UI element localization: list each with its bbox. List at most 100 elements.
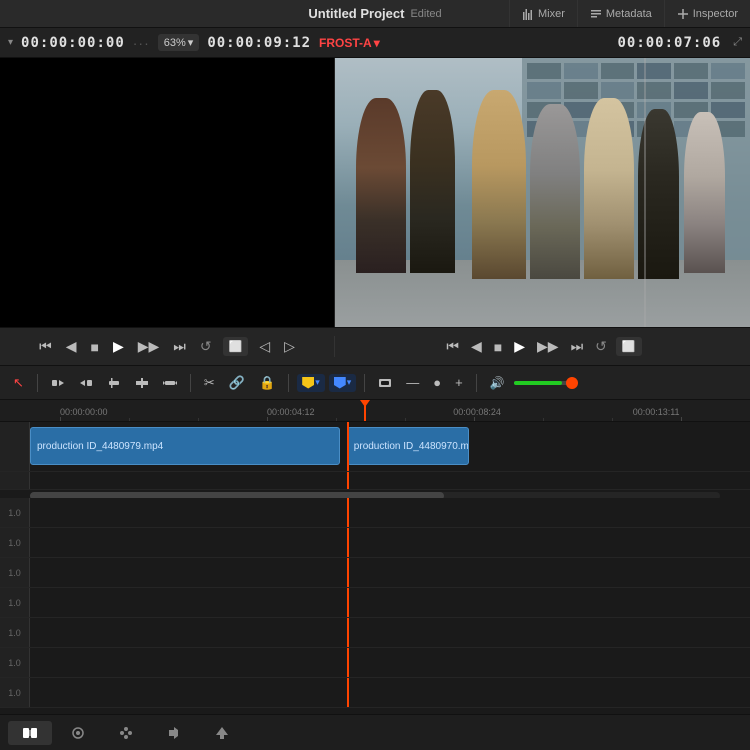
source-loop-button[interactable]: ↺ [197,336,215,357]
audio-level-val-2: 1.0 [8,538,21,548]
source-monitor-toggle[interactable]: ⬜ [223,337,249,356]
source-out-point[interactable]: ▷ [281,336,298,357]
tab-deliver[interactable] [200,721,244,745]
toolbar-sep-3 [288,374,289,392]
flag-blue-button[interactable]: ▾ [329,374,357,392]
program-monitor-toggle[interactable]: ⬜ [616,337,642,356]
tab-edit[interactable] [8,721,52,745]
source-in-point[interactable]: ◁ [256,336,273,357]
ripple-edit-tool[interactable] [102,373,126,393]
video-clip-2[interactable]: production ID_4480970.mp4 [347,427,469,465]
program-play-button[interactable]: ▶ [511,336,528,357]
timeline-ruler[interactable]: 00:00:00:00 00:00:04:12 00:00:08:24 00:0… [0,400,750,422]
inspector-label: Inspector [693,8,738,20]
program-monitor[interactable] [335,58,750,327]
flag-button[interactable]: ▾ [297,374,325,392]
video-clip-1[interactable]: production ID_4480979.mp4 [30,427,340,465]
mixer-icon [522,8,534,20]
audio-playhead-0 [347,472,349,489]
program-prev-frame-button[interactable]: ◀ [468,336,485,357]
tab-audio[interactable] [152,721,196,745]
razor-tool[interactable]: ✂ [199,372,220,394]
source-timecode: 00:00:00:00 [21,35,125,51]
end-timecode: 00:00:07:06 [617,35,721,51]
clip-mode-button[interactable] [373,373,397,393]
edit-toolbar: ↖ ✂ 🔗 🔒 ▾ ▾ — [0,366,750,400]
audio-level-row-4: 1.0 [0,588,750,618]
transport-bar: ⏮ ◀ ■ ▶ ▶▶ ⏭ ↺ ⬜ ◁ ▷ ⏮ ◀ ■ ▶ ▶▶ ⏭ ↺ ⬜ [0,328,750,366]
color-tab-icon [70,725,86,741]
source-monitor[interactable] [0,58,335,327]
mixer-button[interactable]: Mixer [509,0,577,27]
program-skip-fwd-button[interactable]: ⏭ [568,336,587,357]
expand-icon[interactable]: ⤢ [733,36,742,49]
metadata-label: Metadata [606,8,652,20]
timecode-options[interactable]: ··· [133,35,150,51]
toolbar-sep-1 [37,374,38,392]
source-panel-collapse[interactable]: ▾ [8,37,13,48]
audio-volume-fill [514,381,562,385]
program-next-frame-button[interactable]: ▶▶ [534,336,562,357]
audio-volume-knob[interactable] [566,377,578,389]
deliver-tab-icon [214,725,230,741]
audio-tab-icon [166,725,182,741]
audio-level-playhead-3 [347,558,349,587]
color-label[interactable]: FROST-A ▾ [319,36,380,50]
link-tool[interactable]: 🔗 [224,372,250,394]
roll-edit-tool[interactable] [130,373,154,393]
source-next-frame-button[interactable]: ▶▶ [135,336,163,357]
mixer-label: Mixer [538,8,565,20]
circle-button[interactable]: ● [428,372,446,393]
source-skip-fwd-button[interactable]: ⏭ [170,336,189,357]
audio-level-val-5: 1.0 [8,628,21,638]
video-track-row: production ID_4480979.mp4 production ID_… [0,422,750,472]
audio-level-playhead-1 [347,498,349,527]
flag-yellow-icon [302,377,314,389]
timeline-tracks: production ID_4480979.mp4 production ID_… [0,422,750,750]
audio-level-playhead-4 [347,588,349,617]
audio-levels-section: 1.0 1.0 1.0 1.0 1.0 1.0 [0,498,750,708]
source-play-button[interactable]: ▶ [110,336,127,357]
audio-label-0 [0,472,30,489]
audio-level-playhead-5 [347,618,349,647]
program-loop-button[interactable]: ↺ [592,336,610,357]
flag-blue-icon [334,377,346,389]
tab-color[interactable] [56,721,100,745]
audio-mute-button[interactable]: 🔊 [485,373,510,393]
slip-tool[interactable] [158,373,182,393]
audio-content-0[interactable] [30,472,750,489]
source-skip-back-button[interactable]: ⏮ [36,336,55,357]
audio-volume-slider[interactable] [514,381,574,385]
source-stop-button[interactable]: ■ [87,337,101,357]
audio-level-playhead-7 [347,678,349,707]
video-track-content[interactable]: production ID_4480979.mp4 production ID_… [30,422,750,471]
main-content: ▾ 00:00:00:00 ··· 63% ▾ 00:00:09:12 FROS… [0,28,750,750]
timeline-playhead [364,400,366,421]
minus-button[interactable]: — [401,372,424,393]
edited-badge: Edited [410,8,441,20]
program-skip-back-button[interactable]: ⏮ [443,336,462,357]
zoom-chevron: ▾ [188,36,194,49]
inspector-button[interactable]: Inspector [664,0,750,27]
audio-level-row-3: 1.0 [0,558,750,588]
metadata-button[interactable]: Metadata [577,0,664,27]
plus-button[interactable]: + [450,372,468,393]
audio-level-val-1: 1.0 [8,508,21,518]
audio-level-val-6: 1.0 [8,658,21,668]
tab-effects[interactable] [104,721,148,745]
toolbar-sep-4 [364,374,365,392]
bottom-tabs [0,714,750,750]
track-select-fwd-tool[interactable] [46,373,70,393]
audio-level-row-1: 1.0 [0,498,750,528]
audio-level-label-6: 1.0 [0,648,30,677]
audio-level-playhead-6 [347,648,349,677]
metadata-icon [590,8,602,20]
track-select-back-tool[interactable] [74,373,98,393]
audio-level-label-3: 1.0 [0,558,30,587]
selection-tool[interactable]: ↖ [8,372,29,394]
program-stop-button[interactable]: ■ [491,337,505,357]
source-prev-frame-button[interactable]: ◀ [63,336,80,357]
flag-chevron: ▾ [315,377,320,388]
zoom-control[interactable]: 63% ▾ [158,34,200,51]
lock-tool[interactable]: 🔒 [254,372,280,394]
